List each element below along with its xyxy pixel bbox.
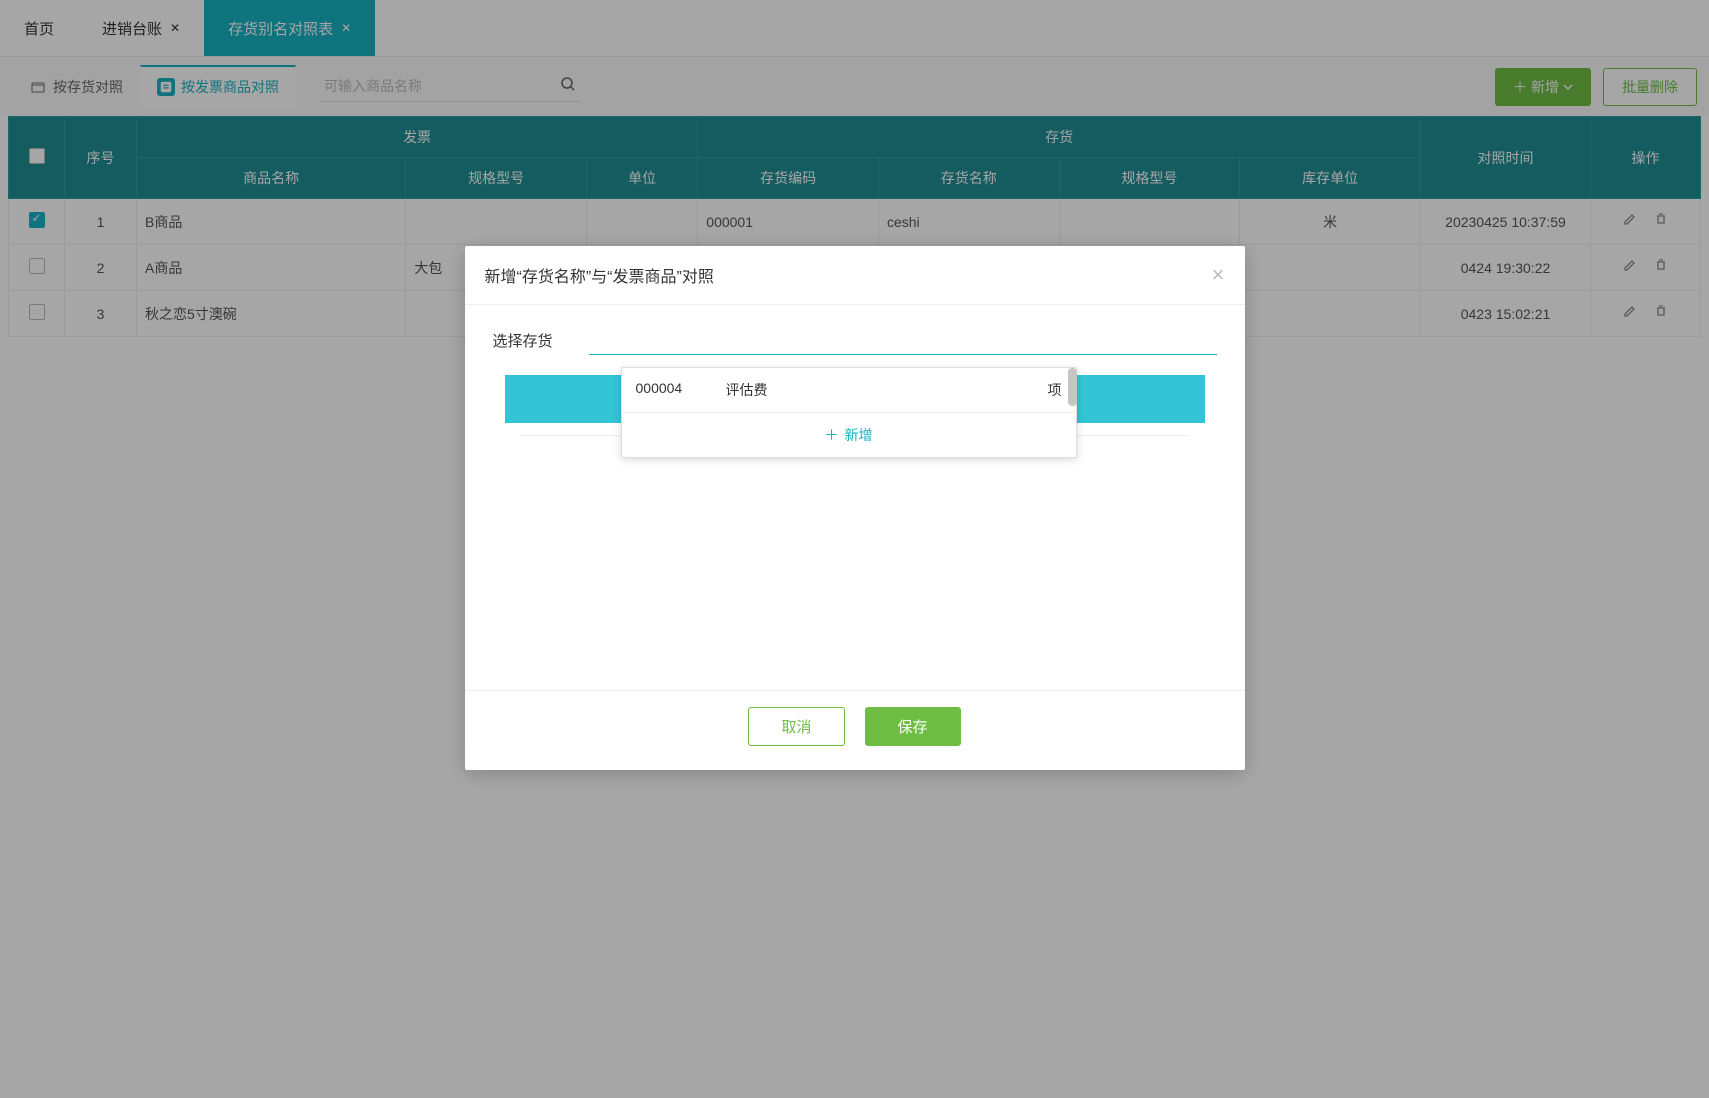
dropdown-add-new[interactable]: ＋ 新增	[622, 412, 1076, 457]
save-button[interactable]: 保存	[865, 707, 961, 746]
option-unit: 项	[1022, 380, 1062, 400]
plus-icon: ＋	[825, 425, 839, 445]
cancel-label: 取消	[781, 719, 811, 736]
option-name: 评估费	[726, 380, 1022, 400]
modal-overlay: 新增“存货名称”与“发票商品”对照 × 选择存货 000004 评估费 项 ＋	[0, 0, 1709, 1098]
modal-close-button[interactable]: ×	[1212, 262, 1225, 288]
option-code: 000004	[636, 380, 726, 400]
modal-title: 新增“存货名称”与“发票商品”对照	[485, 263, 714, 287]
save-label: 保存	[898, 719, 928, 736]
select-inventory-label: 选择存货	[493, 330, 589, 351]
dropdown-option[interactable]: 000004 评估费 项	[622, 368, 1076, 412]
close-icon: ×	[1212, 262, 1225, 287]
modal-add-mapping: 新增“存货名称”与“发票商品”对照 × 选择存货 000004 评估费 项 ＋	[465, 246, 1245, 770]
cancel-button[interactable]: 取消	[748, 707, 844, 746]
modal-footer: 取消 保存	[465, 690, 1245, 770]
select-inventory-input[interactable]	[589, 325, 1217, 355]
modal-header: 新增“存货名称”与“发票商品”对照 ×	[465, 246, 1245, 305]
modal-body: 选择存货 000004 评估费 项 ＋ 新增	[465, 305, 1245, 690]
dropdown-add-label: 新增	[845, 425, 873, 445]
form-row-select-inventory: 选择存货 000004 评估费 项 ＋ 新增	[493, 325, 1217, 355]
inventory-dropdown: 000004 评估费 项 ＋ 新增	[621, 367, 1077, 458]
dropdown-scrollbar[interactable]	[1068, 368, 1077, 406]
